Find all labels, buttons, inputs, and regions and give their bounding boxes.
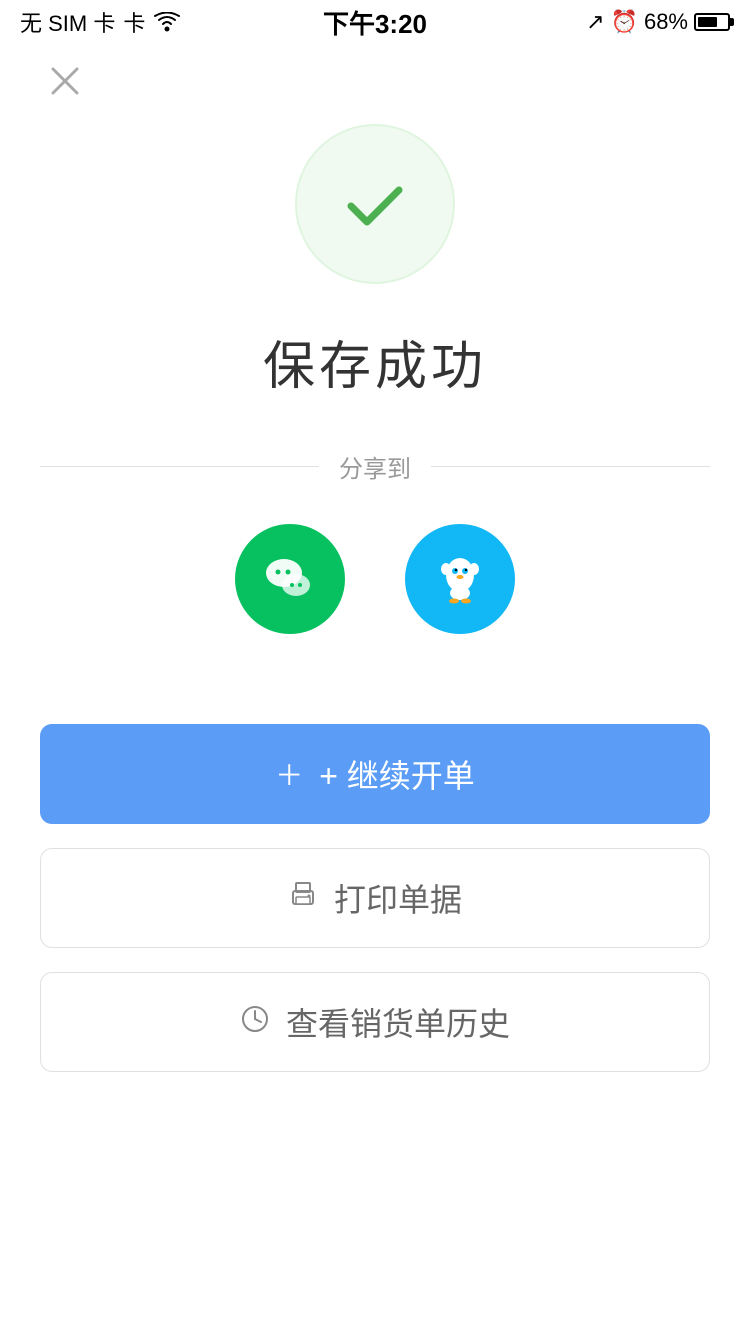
main-content: 保存成功 分享到 <box>0 44 750 1072</box>
battery-icon <box>694 13 730 31</box>
success-title: 保存成功 <box>263 324 487 399</box>
close-button[interactable] <box>40 56 90 106</box>
status-bar: 无 SIM 卡 卡 下午3:20 ↗ ⏰ 68% <box>0 0 750 44</box>
battery-fill <box>698 17 717 27</box>
continue-button[interactable]: ＋ + 继续开单 <box>40 724 710 824</box>
close-icon <box>49 65 81 97</box>
battery-percent: 68% <box>644 9 688 35</box>
wifi-icon <box>153 12 181 32</box>
location-icon: ↗ <box>586 9 604 35</box>
history-label: 查看销货单历史 <box>286 999 510 1045</box>
divider-line-right <box>431 466 710 467</box>
wechat-share-button[interactable] <box>235 524 345 634</box>
qq-share-button[interactable] <box>405 524 515 634</box>
share-icons <box>40 524 710 634</box>
checkmark-icon <box>335 164 415 244</box>
alarm-icon: ⏰ <box>611 9 638 35</box>
divider-line-left <box>40 466 319 467</box>
print-button[interactable]: 打印单据 <box>40 848 710 948</box>
wechat-icon <box>258 547 322 611</box>
status-time: 下午3:20 <box>323 4 427 41</box>
print-label: 打印单据 <box>334 875 462 921</box>
sim-card-icon: 卡 <box>123 6 145 38</box>
qq-icon <box>428 547 492 611</box>
printer-icon <box>288 880 318 917</box>
history-button[interactable]: 查看销货单历史 <box>40 972 710 1072</box>
share-divider: 分享到 <box>40 449 710 484</box>
continue-label: + 继续开单 <box>319 751 475 797</box>
share-section: 分享到 <box>0 449 750 654</box>
no-sim-text: 无 SIM 卡 <box>20 6 115 38</box>
success-circle <box>295 124 455 284</box>
status-right: ↗ ⏰ 68% <box>586 9 730 35</box>
share-label: 分享到 <box>339 449 411 484</box>
clock-icon <box>240 1004 270 1041</box>
clock-svg <box>240 1004 270 1034</box>
printer-svg <box>288 880 318 910</box>
actions-section: ＋ + 继续开单 打印单据 <box>0 724 750 1072</box>
plus-icon: ＋ <box>275 754 303 794</box>
status-left: 无 SIM 卡 卡 <box>20 6 181 38</box>
